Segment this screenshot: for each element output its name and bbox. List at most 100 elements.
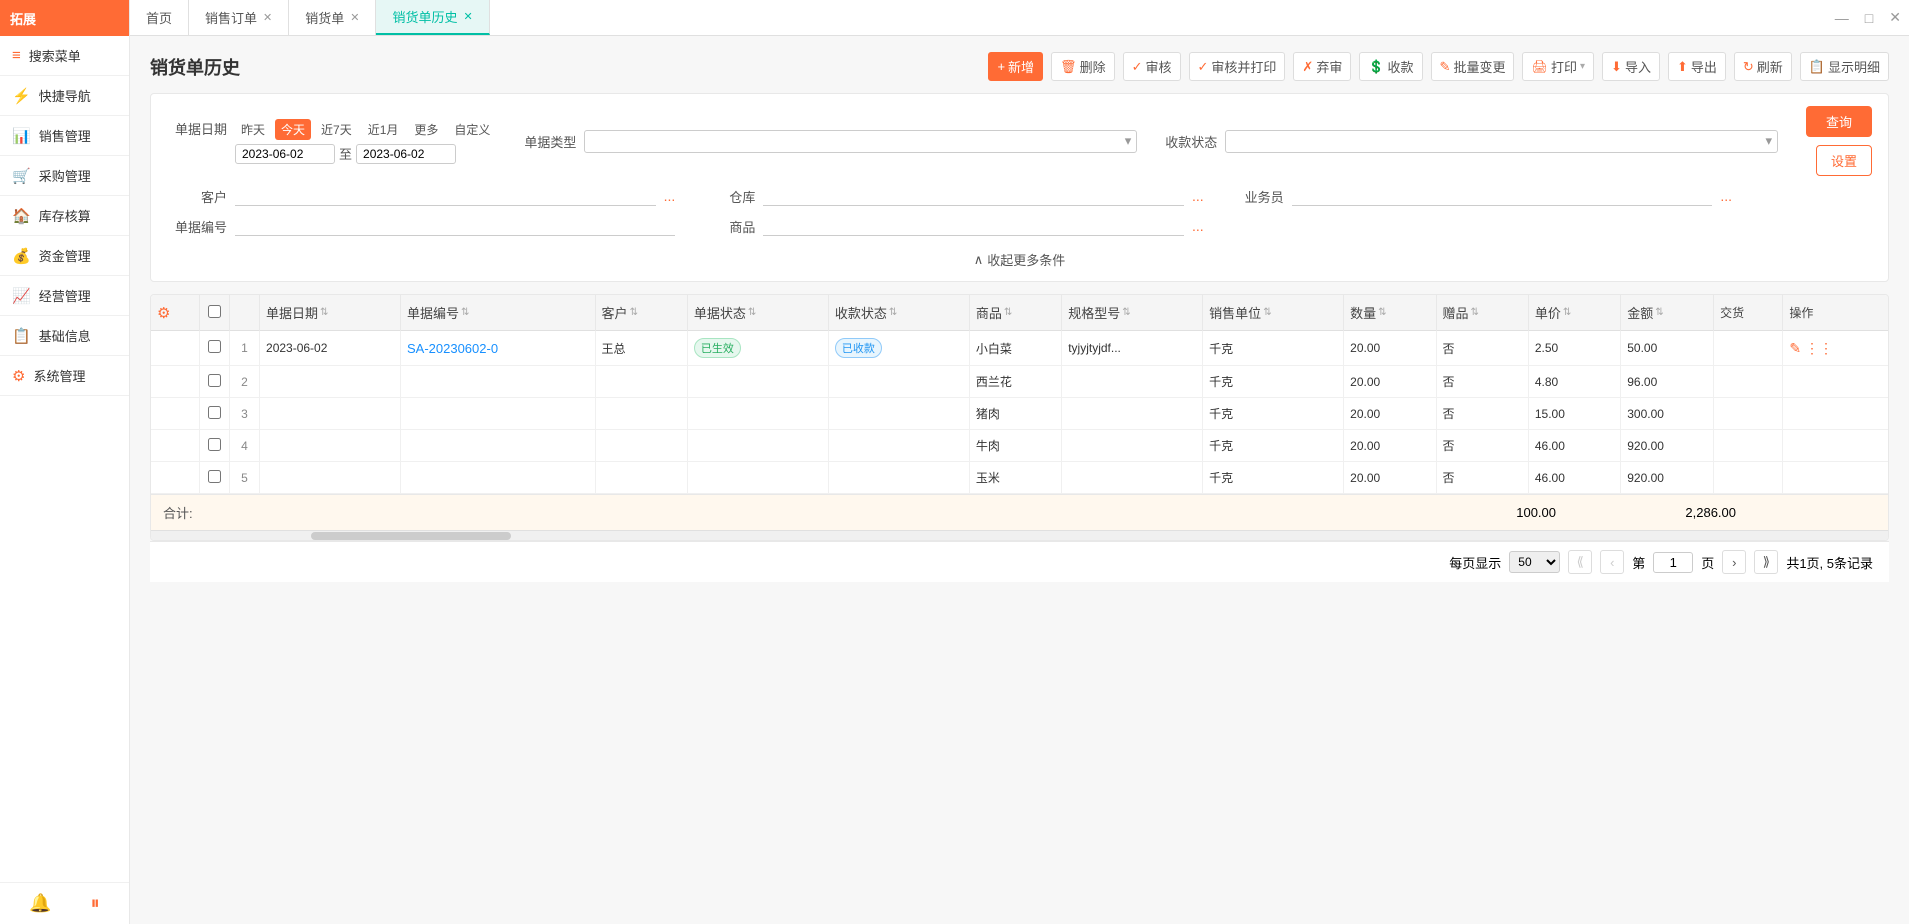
import-button[interactable]: ⬇ 导入 [1602, 52, 1660, 81]
col-qty-header[interactable]: 数量 [1344, 295, 1436, 331]
page-first-btn[interactable]: ⟪ [1568, 550, 1592, 574]
doc-no-sort[interactable]: 单据编号 [407, 303, 589, 322]
col-unit-price-cell: 46.00 [1528, 430, 1620, 462]
tab-sales-order-close[interactable]: ✕ [263, 11, 272, 24]
unit-price-sort[interactable]: 单价 [1535, 303, 1614, 322]
tab-sales-order[interactable]: 销售订单 ✕ [189, 0, 289, 35]
edit-action-btn[interactable]: ✎ [1789, 340, 1801, 357]
date-tab-today[interactable]: 今天 [275, 119, 311, 140]
notification-icon[interactable]: 🔔 [29, 893, 51, 914]
col-sales-unit-header[interactable]: 销售单位 [1203, 295, 1344, 331]
abandon-button[interactable]: ✗ 弃审 [1293, 52, 1351, 81]
date-tab-7days[interactable]: 近7天 [315, 119, 358, 140]
page-last-btn[interactable]: ⟫ [1754, 550, 1778, 574]
doc-no-input[interactable] [235, 216, 675, 236]
sidebar-item-quick-nav[interactable]: ⚡ 快捷导航 [0, 76, 129, 116]
col-customer-header[interactable]: 客户 [595, 295, 687, 331]
query-button[interactable]: 查询 [1806, 106, 1872, 137]
col-payment-status-header[interactable]: 收款状态 [828, 295, 969, 331]
row-checkbox[interactable] [208, 340, 221, 353]
warehouse-input[interactable] [763, 186, 1184, 206]
horizontal-scrollbar[interactable] [151, 530, 1888, 540]
more-action-btn[interactable]: ⋮⋮ [1805, 340, 1833, 357]
sales-unit-sort[interactable]: 销售单位 [1209, 303, 1337, 322]
col-gift-header[interactable]: 赠品 [1436, 295, 1528, 331]
payment-status-select[interactable] [1225, 130, 1778, 153]
show-detail-button[interactable]: 📋 显示明细 [1800, 52, 1889, 81]
sidebar-item-inventory[interactable]: 🏠 库存核算 [0, 196, 129, 236]
batch-change-button[interactable]: ✎ 批量变更 [1431, 52, 1515, 81]
sidebar-item-operations[interactable]: 📈 经营管理 [0, 276, 129, 316]
col-doc-status-header[interactable]: 单据状态 [687, 295, 828, 331]
tab-sales-history[interactable]: 销货单历史 ✕ [376, 0, 489, 35]
product-sort[interactable]: 商品 [976, 303, 1055, 322]
sidebar-item-sales-mgmt[interactable]: 📊 销售管理 [0, 116, 129, 156]
col-spec-header[interactable]: 规格型号 [1062, 295, 1203, 331]
page-number-input[interactable] [1653, 552, 1693, 573]
sidebar-item-search-menu[interactable]: ≡ 搜索菜单 [0, 36, 129, 76]
row-checkbox[interactable] [208, 374, 221, 387]
row-checkbox[interactable] [208, 406, 221, 419]
audit-button[interactable]: ✓ 审核 [1123, 52, 1181, 81]
sidebar-item-basic-info[interactable]: 📋 基础信息 [0, 316, 129, 356]
per-page-select[interactable]: 50 100 [1509, 551, 1560, 573]
salesperson-select-icon[interactable]: ... [1720, 188, 1732, 204]
date-tab-1month[interactable]: 近1月 [362, 119, 405, 140]
delete-button[interactable]: 🗑 删除 [1051, 52, 1115, 81]
audit-print-button[interactable]: ✓ 审核并打印 [1189, 52, 1286, 81]
product-input[interactable] [763, 216, 1184, 236]
export-button[interactable]: ⬆ 导出 [1668, 52, 1726, 81]
print-button[interactable]: 🖨 打印 ▾ [1522, 52, 1594, 81]
date-tab-custom[interactable]: 自定义 [448, 119, 496, 140]
customer-sort[interactable]: 客户 [602, 303, 681, 322]
row-checkbox[interactable] [208, 438, 221, 451]
tab-sales-history-close[interactable]: ✕ [464, 10, 473, 23]
product-select-icon[interactable]: ... [1192, 218, 1204, 234]
col-settings-header[interactable]: ⚙ [151, 295, 200, 331]
new-button[interactable]: + 新增 [988, 52, 1043, 81]
data-table-wrap: ⚙ 单据日期 单据编号 客户 [150, 294, 1889, 541]
sidebar-item-purchase-mgmt[interactable]: 🛒 采购管理 [0, 156, 129, 196]
refresh-button[interactable]: ↻ 刷新 [1734, 52, 1792, 81]
page-next-btn[interactable]: › [1722, 550, 1746, 574]
col-doc-no-header[interactable]: 单据编号 [400, 295, 595, 331]
select-all-checkbox[interactable] [208, 305, 221, 318]
page-prev-btn[interactable]: ‹ [1600, 550, 1624, 574]
gift-sort[interactable]: 赠品 [1443, 303, 1522, 322]
collapse-button[interactable]: ∧ 收起更多条件 [167, 246, 1872, 269]
settings-button[interactable]: 设置 [1816, 145, 1872, 176]
date-from-input[interactable] [235, 144, 335, 164]
column-settings-icon[interactable]: ⚙ [157, 305, 170, 322]
window-close-btn[interactable]: ✕ [1881, 9, 1909, 26]
spec-sort[interactable]: 规格型号 [1068, 303, 1196, 322]
col-product-header[interactable]: 商品 [969, 295, 1061, 331]
tab-sales-delivery-close[interactable]: ✕ [350, 11, 359, 24]
doc-type-select[interactable] [584, 130, 1137, 153]
col-unit-price-header[interactable]: 单价 [1528, 295, 1620, 331]
sidebar-item-system-mgmt[interactable]: ⚙ 系统管理 [0, 356, 129, 396]
customer-input[interactable] [235, 186, 656, 206]
collect-button[interactable]: 💲 收款 [1359, 52, 1422, 81]
col-doc-date-header[interactable]: 单据日期 [260, 295, 401, 331]
customer-select-icon[interactable]: ... [664, 188, 676, 204]
scrollbar-thumb[interactable] [311, 532, 511, 540]
sidebar-item-finance[interactable]: 💰 资金管理 [0, 236, 129, 276]
doc-no-link[interactable]: SA-20230602-0 [407, 341, 498, 356]
payment-status-sort[interactable]: 收款状态 [835, 303, 963, 322]
window-maximize-btn[interactable]: □ [1857, 10, 1881, 26]
col-amount-header[interactable]: 金额 [1621, 295, 1714, 331]
pause-icon[interactable]: ⏸ [91, 893, 100, 914]
salesperson-input[interactable] [1292, 186, 1713, 206]
date-tab-yesterday[interactable]: 昨天 [235, 119, 271, 140]
doc-date-sort[interactable]: 单据日期 [266, 303, 394, 322]
amount-sort[interactable]: 金额 [1627, 303, 1707, 322]
date-tab-more[interactable]: 更多 [408, 119, 444, 140]
tab-sales-delivery[interactable]: 销货单 ✕ [289, 0, 376, 35]
tab-home[interactable]: 首页 [130, 0, 189, 35]
row-checkbox[interactable] [208, 470, 221, 483]
doc-status-sort[interactable]: 单据状态 [694, 303, 822, 322]
warehouse-select-icon[interactable]: ... [1192, 188, 1204, 204]
window-minimize-btn[interactable]: — [1827, 10, 1857, 26]
qty-sort[interactable]: 数量 [1350, 303, 1429, 322]
date-to-input[interactable] [356, 144, 456, 164]
